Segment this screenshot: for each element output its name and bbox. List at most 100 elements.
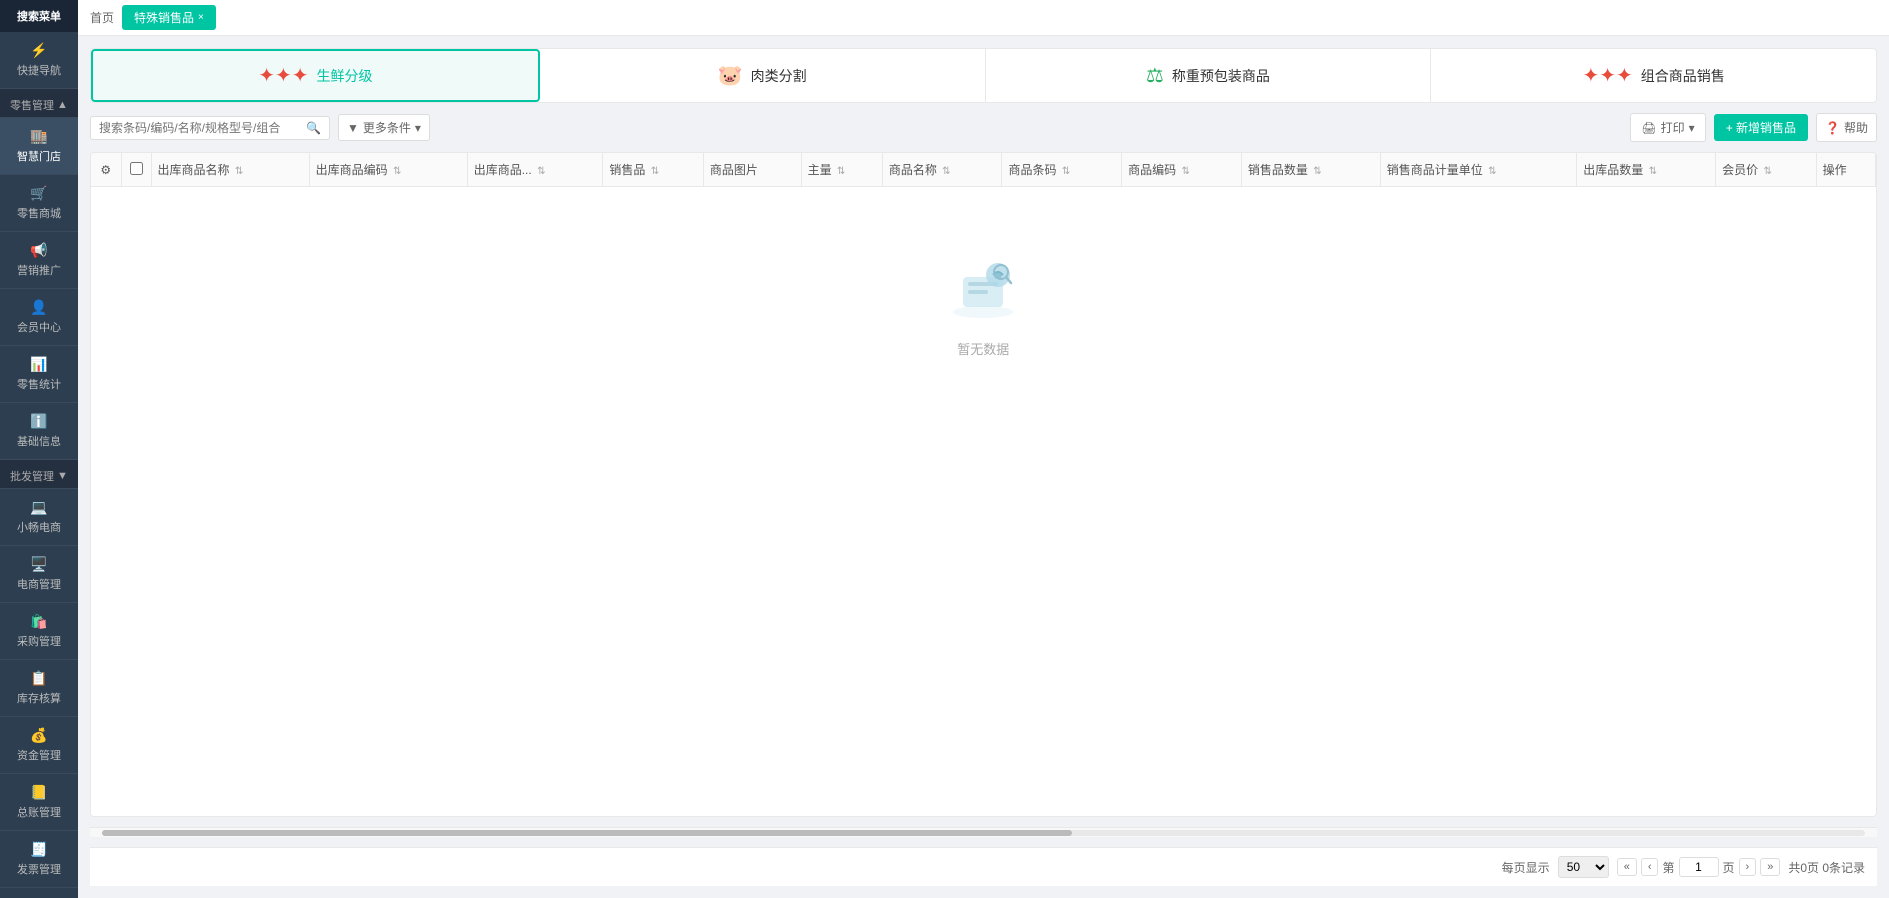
wholesale-expand-icon: ▼ bbox=[57, 470, 68, 482]
sidebar-section-wholesale[interactable]: 批发管理 ▼ bbox=[0, 460, 78, 489]
category-tabs: ✦✦✦ 生鲜分级 🐷 肉类分割 ⚖ 称重预包装商品 ✦✦✦ 组合商品销售 bbox=[90, 48, 1877, 103]
col-action: 操作 bbox=[1816, 153, 1875, 187]
fresh-grade-icon: ✦✦✦ bbox=[258, 63, 308, 88]
col-product-name[interactable]: 商品名称 ⇅ bbox=[882, 153, 1002, 187]
sidebar-item-label: 电商管理 bbox=[17, 576, 61, 592]
home-breadcrumb[interactable]: 首页 bbox=[90, 9, 114, 26]
col-out-product-code[interactable]: 出库商品编码 ⇅ bbox=[309, 153, 467, 187]
col-out-product-name[interactable]: 出库商品名称 ⇅ bbox=[151, 153, 309, 187]
sort-icon: ⇅ bbox=[1182, 166, 1190, 177]
sort-icon: ⇅ bbox=[942, 166, 950, 177]
invoice-mgmt-icon: 🧾 bbox=[30, 841, 47, 858]
first-page-btn[interactable]: « bbox=[1617, 858, 1637, 876]
col-settings[interactable]: ⚙ bbox=[91, 153, 121, 187]
sidebar-item-label: 库存核算 bbox=[17, 690, 61, 706]
print-chevron-icon: ▾ bbox=[1689, 121, 1695, 135]
retail-expand-icon: ▲ bbox=[57, 99, 68, 111]
topbar: 首页 特殊销售品 × bbox=[78, 0, 1889, 36]
tab-label: 组合商品销售 bbox=[1641, 66, 1725, 86]
tab-meat-cut[interactable]: 🐷 肉类分割 bbox=[540, 49, 986, 102]
sidebar-logo: 搜索菜单 bbox=[0, 0, 78, 32]
ecom-mgmt-icon: 🖥️ bbox=[30, 556, 47, 573]
sort-icon: ⇅ bbox=[1313, 166, 1321, 177]
sidebar-item-smart-store[interactable]: 🏬 智慧门店 bbox=[0, 118, 78, 175]
close-tab-icon[interactable]: × bbox=[198, 12, 204, 23]
sidebar-item-finance-mgmt[interactable]: 💰 资金管理 bbox=[0, 717, 78, 774]
active-tab[interactable]: 特殊销售品 × bbox=[122, 5, 216, 30]
total-info: 共0页 0条记录 bbox=[1788, 859, 1865, 876]
col-product-barcode[interactable]: 商品条码 ⇅ bbox=[1002, 153, 1122, 187]
sort-icon: ⇅ bbox=[235, 166, 243, 177]
sort-icon: ⇅ bbox=[1062, 166, 1070, 177]
sidebar-item-basic-info[interactable]: ℹ️ 基础信息 bbox=[0, 403, 78, 460]
purchase-mgmt-icon: 🛍️ bbox=[30, 613, 47, 630]
filter-label: 更多条件 bbox=[363, 119, 411, 136]
sidebar-item-ecom-mgmt[interactable]: 🖥️ 电商管理 bbox=[0, 546, 78, 603]
col-weight[interactable]: 主量 ⇅ bbox=[801, 153, 882, 187]
search-input[interactable] bbox=[99, 121, 302, 135]
select-all-checkbox[interactable] bbox=[130, 162, 143, 175]
data-table: ⚙ 出库商品名称 ⇅ 出库商品编码 ⇅ 出库商品 bbox=[91, 153, 1876, 418]
sidebar-section-retail[interactable]: 零售管理 ▲ bbox=[0, 89, 78, 118]
sidebar-item-mini-ecom[interactable]: 💻 小畅电商 bbox=[0, 489, 78, 546]
retail-mgmt-label: 零售管理 bbox=[10, 97, 54, 113]
search-box[interactable]: 🔍 bbox=[90, 116, 330, 140]
sidebar-item-quick-nav[interactable]: ⚡ 快捷导航 bbox=[0, 32, 78, 89]
page-input[interactable] bbox=[1679, 857, 1719, 877]
sidebar-item-label: 会员中心 bbox=[17, 319, 61, 335]
sidebar-item-stock-check[interactable]: 📋 库存核算 bbox=[0, 660, 78, 717]
sidebar-item-general-ledger[interactable]: 📒 总账管理 bbox=[0, 774, 78, 831]
sidebar-item-label: 发票管理 bbox=[17, 861, 61, 877]
sort-icon: ⇅ bbox=[1488, 166, 1496, 177]
page-label: 第 bbox=[1662, 859, 1674, 876]
prev-page-btn[interactable]: ‹ bbox=[1641, 858, 1659, 876]
print-btn[interactable]: 🖨 打印 ▾ bbox=[1630, 113, 1705, 142]
sidebar-item-tax-mgmt[interactable]: 🏛️ 税务管理 bbox=[0, 888, 78, 898]
empty-state: 暂无数据 bbox=[91, 187, 1876, 418]
col-member-price[interactable]: 会员价 ⇅ bbox=[1716, 153, 1816, 187]
filter-icon: ▼ bbox=[347, 121, 359, 135]
weight-pack-icon: ⚖ bbox=[1146, 63, 1164, 88]
col-product-code[interactable]: 商品编码 ⇅ bbox=[1122, 153, 1242, 187]
next-page-btn[interactable]: › bbox=[1739, 858, 1757, 876]
tab-fresh-grade[interactable]: ✦✦✦ 生鲜分级 bbox=[91, 49, 540, 102]
sidebar-item-label: 采购管理 bbox=[17, 633, 61, 649]
help-btn[interactable]: ❓ 帮助 bbox=[1816, 113, 1877, 142]
smart-store-icon: 🏬 bbox=[30, 128, 47, 145]
retail-stats-icon: 📊 bbox=[30, 356, 47, 373]
tab-label: 肉类分割 bbox=[751, 66, 807, 86]
col-sales-product[interactable]: 销售品 ⇅ bbox=[603, 153, 703, 187]
horizontal-scrollbar[interactable] bbox=[102, 830, 1865, 836]
per-page-select[interactable]: 102050100 bbox=[1558, 856, 1609, 878]
col-product-image[interactable]: 商品图片 bbox=[703, 153, 801, 187]
sidebar-item-purchase-mgmt[interactable]: 🛍️ 采购管理 bbox=[0, 603, 78, 660]
col-out-product-x[interactable]: 出库商品... ⇅ bbox=[467, 153, 603, 187]
sidebar-item-label: 资金管理 bbox=[17, 747, 61, 763]
sidebar-item-label: 营销推广 bbox=[17, 262, 61, 278]
add-sales-btn[interactable]: + 新增销售品 bbox=[1714, 114, 1808, 141]
filter-btn[interactable]: ▼ 更多条件 ▾ bbox=[338, 114, 430, 141]
col-sales-qty[interactable]: 销售品数量 ⇅ bbox=[1241, 153, 1380, 187]
tab-weight-pack[interactable]: ⚖ 称重预包装商品 bbox=[986, 49, 1432, 102]
help-icon: ❓ bbox=[1825, 121, 1840, 135]
basic-info-icon: ℹ️ bbox=[30, 413, 47, 430]
sidebar-item-retail-stats[interactable]: 📊 零售统计 bbox=[0, 346, 78, 403]
sort-icon: ⇅ bbox=[1764, 166, 1772, 177]
col-checkbox[interactable] bbox=[121, 153, 151, 187]
page-suffix: 页 bbox=[1723, 859, 1735, 876]
tab-combo-sales[interactable]: ✦✦✦ 组合商品销售 bbox=[1431, 49, 1876, 102]
finance-mgmt-icon: 💰 bbox=[30, 727, 47, 744]
sidebar-item-marketing[interactable]: 📢 营销推广 bbox=[0, 232, 78, 289]
print-icon: 🖨 bbox=[1641, 121, 1656, 135]
col-out-qty[interactable]: 出库品数量 ⇅ bbox=[1577, 153, 1716, 187]
retail-mall-icon: 🛒 bbox=[30, 185, 47, 202]
sidebar-item-member[interactable]: 👤 会员中心 bbox=[0, 289, 78, 346]
help-label: 帮助 bbox=[1844, 119, 1868, 136]
last-page-btn[interactable]: » bbox=[1760, 858, 1780, 876]
tab-label: 生鲜分级 bbox=[317, 66, 373, 86]
sidebar-item-retail-mall[interactable]: 🛒 零售商城 bbox=[0, 175, 78, 232]
col-sales-unit[interactable]: 销售商品计量单位 ⇅ bbox=[1380, 153, 1577, 187]
general-ledger-icon: 📒 bbox=[30, 784, 47, 801]
sidebar-item-invoice-mgmt[interactable]: 🧾 发票管理 bbox=[0, 831, 78, 888]
toolbar-right: 🖨 打印 ▾ + 新增销售品 ❓ 帮助 bbox=[1630, 113, 1877, 142]
